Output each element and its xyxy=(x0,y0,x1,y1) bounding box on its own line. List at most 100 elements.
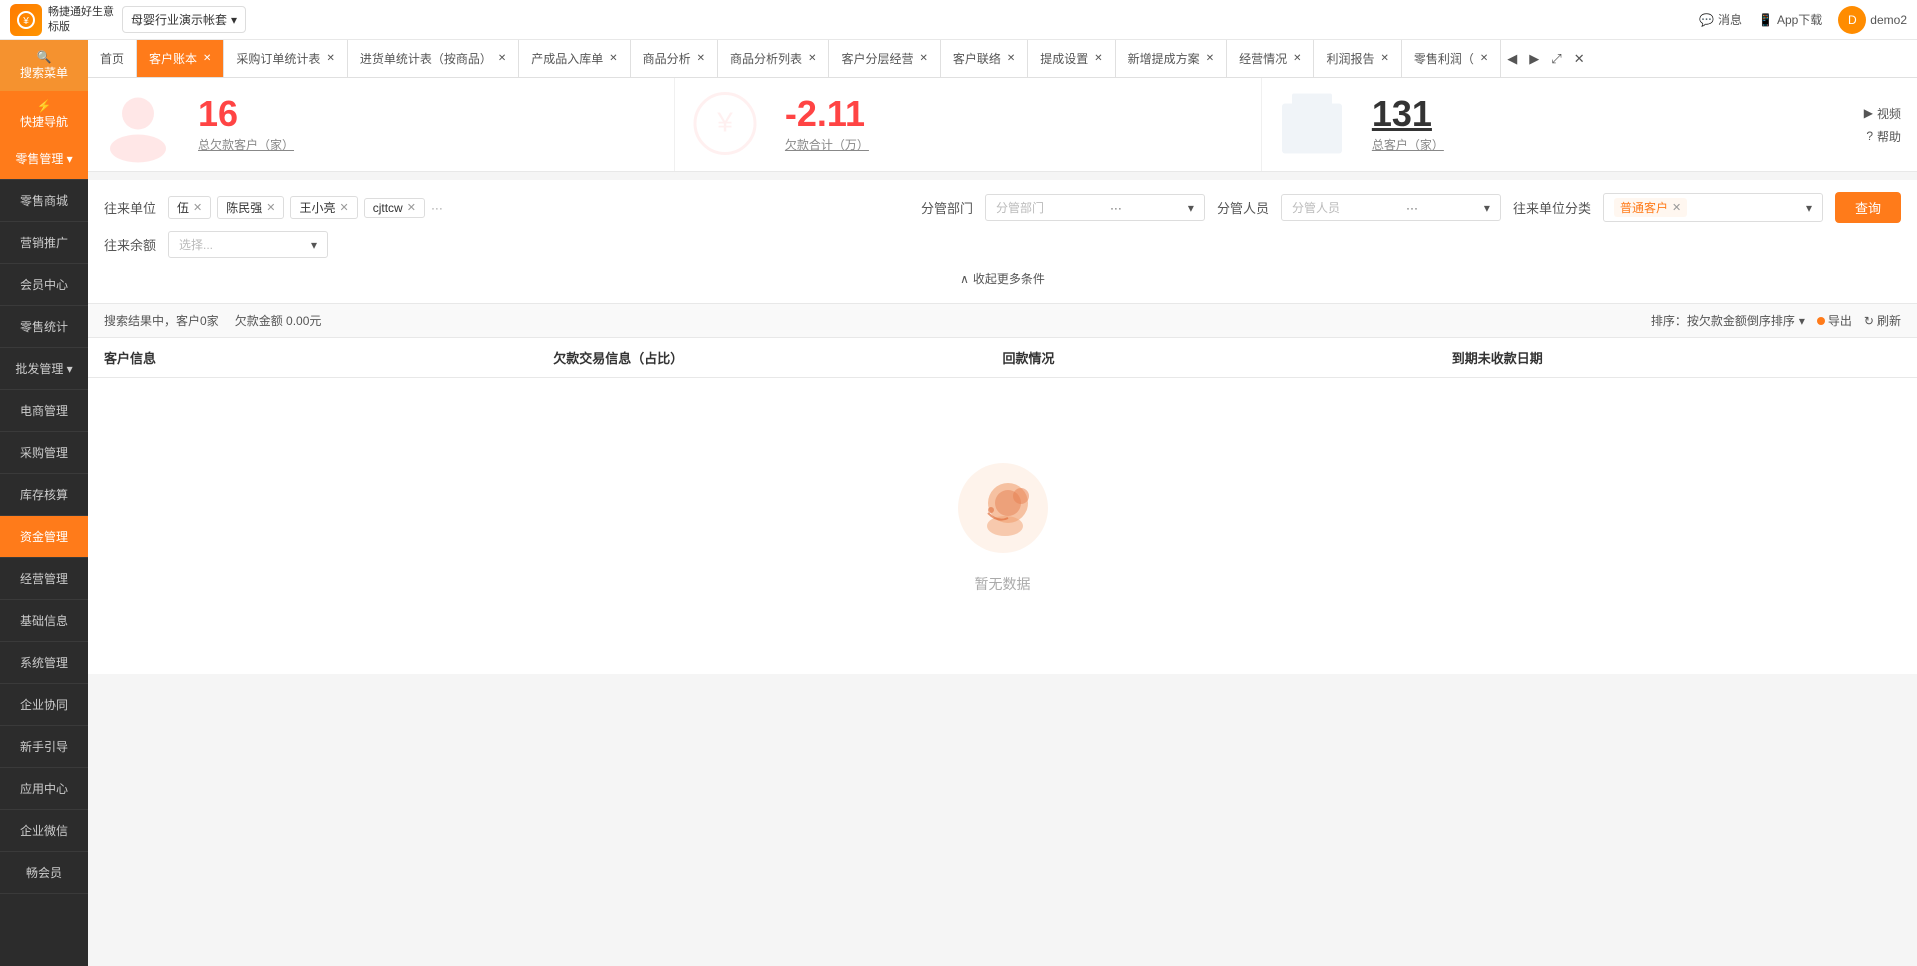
sidebar-item-system[interactable]: 系统管理 xyxy=(0,642,88,684)
tab-close-profit[interactable]: ✕ xyxy=(1381,53,1389,64)
sidebar-item-purchase[interactable]: 采购管理 xyxy=(0,432,88,474)
sidebar-item-chang-member[interactable]: 畅会员 xyxy=(0,852,88,894)
tab-new-scheme[interactable]: 新增提成方案 ✕ xyxy=(1116,40,1227,77)
tab-close-tier[interactable]: ✕ xyxy=(919,53,927,64)
col-header-debt: 欠款交易信息（占比） xyxy=(553,348,1002,367)
tab-profit-report[interactable]: 利润报告 ✕ xyxy=(1314,40,1401,77)
sidebar-search[interactable]: 🔍 搜索菜单 xyxy=(0,40,88,91)
stat-card-total: 131 总客户（家） xyxy=(1262,78,1848,171)
sidebar-item-enterprise-wechat[interactable]: 企业微信 xyxy=(0,810,88,852)
tab-close-ops[interactable]: ✕ xyxy=(1293,53,1301,64)
help-icon: ? xyxy=(1866,129,1873,143)
logo-icon: ¥ xyxy=(10,4,42,36)
sidebar-item-new-guide[interactable]: 新手引导 xyxy=(0,726,88,768)
tab-stock-by-product[interactable]: 进货单统计表（按商品） ✕ xyxy=(348,40,519,77)
tab-close-inbound[interactable]: ✕ xyxy=(609,53,617,64)
empty-text: 暂无数据 xyxy=(975,574,1031,594)
tab-close-all[interactable]: ✕ xyxy=(1568,40,1591,77)
message-btn[interactable]: 💬 消息 xyxy=(1699,11,1742,28)
sidebar-item-retail[interactable]: 零售管理 ▾ xyxy=(0,138,88,180)
sidebar: 🔍 搜索菜单 ⚡ 快捷导航 零售管理 ▾ 零售商城 营销推广 会员中心 零售统计… xyxy=(0,40,88,966)
unit-tag-cjttcw-close[interactable]: ✕ xyxy=(407,201,416,214)
video-btn[interactable]: ▶ 视频 xyxy=(1864,105,1901,122)
sidebar-item-ecommerce[interactable]: 电商管理 xyxy=(0,390,88,432)
user-area[interactable]: D demo2 xyxy=(1838,6,1907,34)
sidebar-item-retail-mall[interactable]: 零售商城 xyxy=(0,180,88,222)
unit-tag-wang-close[interactable]: ✕ xyxy=(340,201,349,214)
tab-purchase-order[interactable]: 采购订单统计表 ✕ xyxy=(224,40,347,77)
tab-commission-setting[interactable]: 提成设置 ✕ xyxy=(1028,40,1115,77)
filter-area: 往来单位 伍✕ 陈民强✕ 王小亮✕ cjttcw✕ xyxy=(88,180,1917,304)
logo-text: 畅捷通好生意 标版 xyxy=(48,5,114,34)
tab-customer-contact[interactable]: 客户联络 ✕ xyxy=(941,40,1028,77)
sidebar-item-enterprise-collab[interactable]: 企业协同 xyxy=(0,684,88,726)
stat-label-total: 总客户（家） xyxy=(1372,136,1444,153)
content-area: 首页 客户账本 ✕ 采购订单统计表 ✕ 进货单统计表（按商品） ✕ 产成品入库单… xyxy=(88,40,1917,966)
tab-close-retail-profit[interactable]: ✕ xyxy=(1480,53,1488,64)
tab-close-product-list[interactable]: ✕ xyxy=(808,53,816,64)
dept-select[interactable]: 分管部门 ··· ▾ xyxy=(985,194,1205,221)
sidebar-item-retail-stats[interactable]: 零售统计 xyxy=(0,306,88,348)
stats-banner: 16 总欠款客户（家） ¥ -2.11 欠款合计（万） xyxy=(88,78,1917,172)
unit-tag-wu-close[interactable]: ✕ xyxy=(193,201,202,214)
sort-select[interactable]: 排序：按欠款金额倒序排序 ▾ xyxy=(1651,312,1805,329)
col-header-customer: 客户信息 xyxy=(104,348,553,367)
collapse-btn[interactable]: ∧ 收起更多条件 xyxy=(104,266,1901,291)
tab-close-customer-ledger[interactable]: ✕ xyxy=(203,53,211,64)
stats-actions: ▶ 视频 ? 帮助 xyxy=(1848,78,1917,171)
sidebar-item-app-center[interactable]: 应用中心 xyxy=(0,768,88,810)
unit-tag-wang: 王小亮✕ xyxy=(290,196,357,219)
tab-product-inbound[interactable]: 产成品入库单 ✕ xyxy=(519,40,630,77)
tab-product-analysis-list[interactable]: 商品分析列表 ✕ xyxy=(718,40,829,77)
unit-tag-chen-close[interactable]: ✕ xyxy=(266,201,275,214)
svg-text:¥: ¥ xyxy=(716,106,733,137)
unit-more[interactable]: ··· xyxy=(431,201,443,215)
refresh-btn[interactable]: ↻ 刷新 xyxy=(1864,312,1901,329)
sidebar-item-member-center[interactable]: 会员中心 xyxy=(0,264,88,306)
page-content: 16 总欠款客户（家） ¥ -2.11 欠款合计（万） xyxy=(88,78,1917,966)
stat-card2-content: -2.11 欠款合计（万） xyxy=(785,96,869,153)
refresh-icon: ↻ xyxy=(1864,314,1874,328)
tab-retail-profit[interactable]: 零售利润（ ✕ xyxy=(1402,40,1501,77)
remainder-select[interactable]: 选择... ▾ xyxy=(168,231,328,258)
sidebar-quick-nav[interactable]: ⚡ 快捷导航 xyxy=(0,91,88,138)
tab-close-purchase[interactable]: ✕ xyxy=(326,53,334,64)
header-left: ¥ 畅捷通好生意 标版 母婴行业演示帐套 ▾ xyxy=(10,4,246,36)
person-select[interactable]: 分管人员 ··· ▾ xyxy=(1281,194,1501,221)
sidebar-item-inventory[interactable]: 库存核算 xyxy=(0,474,88,516)
tab-home[interactable]: 首页 xyxy=(88,40,137,77)
unit-tag-chen: 陈民强✕ xyxy=(217,196,284,219)
tab-customer-tier[interactable]: 客户分层经营 ✕ xyxy=(829,40,940,77)
stat-card3-content: 131 总客户（家） xyxy=(1372,96,1444,153)
col-header-repayment: 回款情况 xyxy=(1003,348,1452,367)
sidebar-item-finance[interactable]: 资金管理 xyxy=(0,516,88,558)
sidebar-item-operations[interactable]: 经营管理 xyxy=(0,558,88,600)
main-layout: 🔍 搜索菜单 ⚡ 快捷导航 零售管理 ▾ 零售商城 营销推广 会员中心 零售统计… xyxy=(0,40,1917,966)
account-selector[interactable]: 母婴行业演示帐套 ▾ xyxy=(122,6,246,33)
query-button[interactable]: 查询 xyxy=(1835,192,1901,223)
tab-customer-ledger[interactable]: 客户账本 ✕ xyxy=(137,40,224,77)
stat-number-debt: -2.11 xyxy=(785,96,869,132)
tab-close-contact[interactable]: ✕ xyxy=(1007,53,1015,64)
tab-close-scheme[interactable]: ✕ xyxy=(1206,53,1214,64)
sidebar-item-basic-info[interactable]: 基础信息 xyxy=(0,600,88,642)
category-select[interactable]: 普通客户 ✕ ▾ xyxy=(1603,193,1823,222)
export-btn[interactable]: 导出 xyxy=(1817,312,1852,329)
tab-close-commission[interactable]: ✕ xyxy=(1094,53,1102,64)
tab-maximize[interactable]: ⤢ xyxy=(1545,40,1567,77)
tab-close-product-analysis[interactable]: ✕ xyxy=(697,53,705,64)
tab-operations[interactable]: 经营情况 ✕ xyxy=(1227,40,1314,77)
result-summary: 搜索结果中，客户0家 xyxy=(104,312,219,329)
help-btn[interactable]: ? 帮助 xyxy=(1866,128,1901,145)
sidebar-item-marketing[interactable]: 营销推广 xyxy=(0,222,88,264)
tab-nav-next[interactable]: ▶ xyxy=(1523,40,1545,77)
logo-area: ¥ 畅捷通好生意 标版 xyxy=(10,4,114,36)
app-download-btn[interactable]: 📱 App下载 xyxy=(1758,11,1822,28)
sidebar-item-wholesale[interactable]: 批发管理 ▾ xyxy=(0,348,88,390)
tab-product-analysis[interactable]: 商品分析 ✕ xyxy=(631,40,718,77)
tab-close-stock[interactable]: ✕ xyxy=(498,53,506,64)
empty-state: 暂无数据 xyxy=(88,378,1917,674)
tab-nav-prev[interactable]: ◀ xyxy=(1501,40,1523,77)
category-tag-close[interactable]: ✕ xyxy=(1672,201,1681,214)
nav-icon: ⚡ xyxy=(6,99,82,113)
